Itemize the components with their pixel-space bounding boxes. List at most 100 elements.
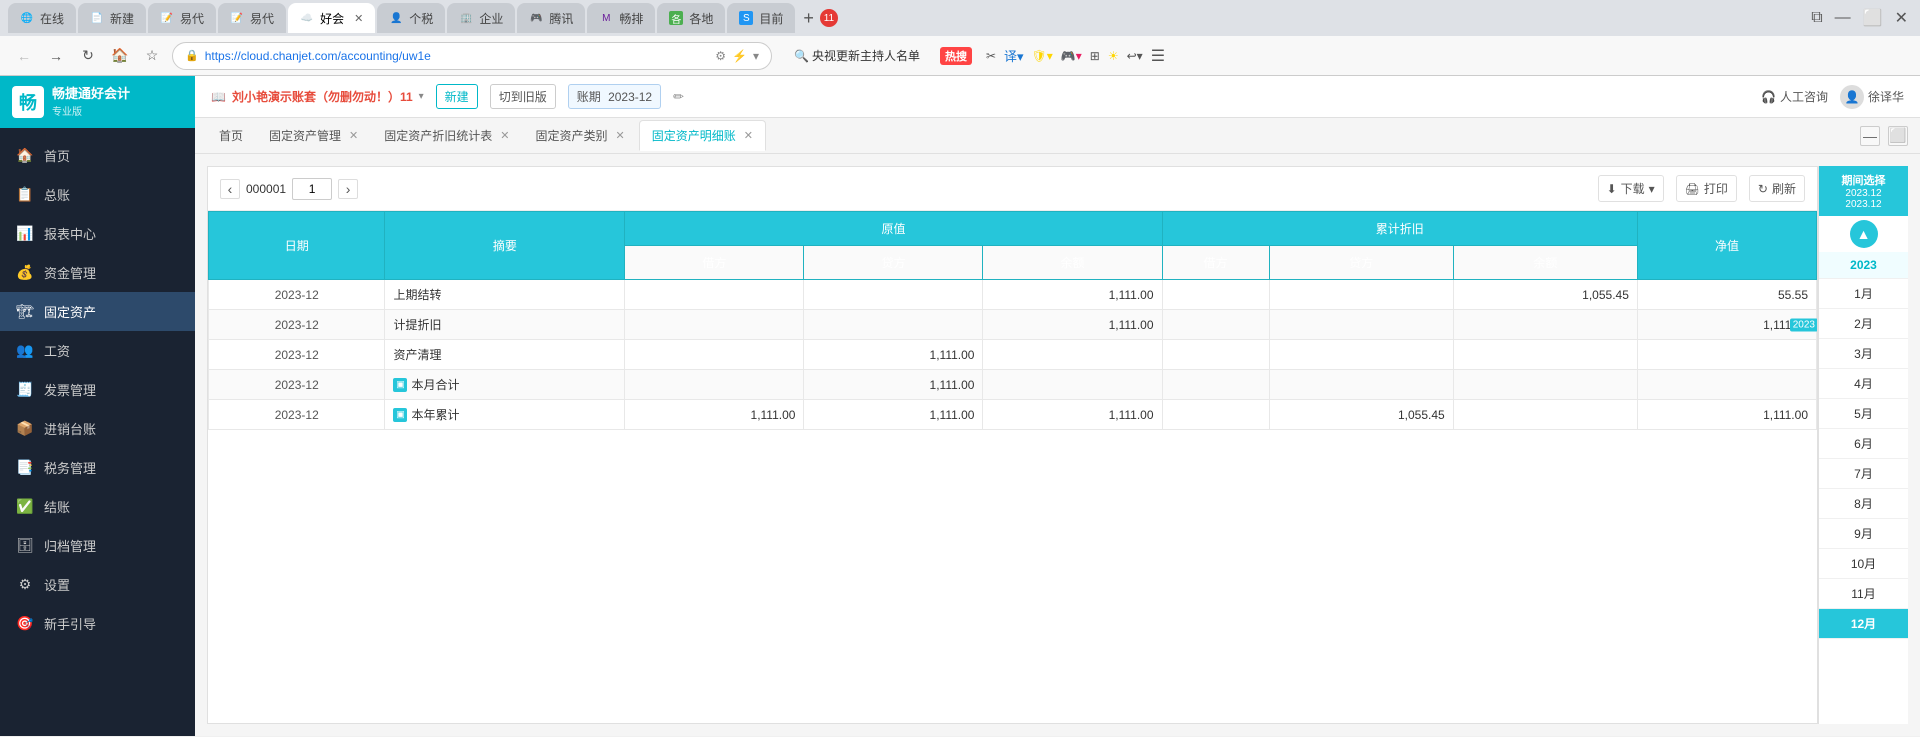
sidebar-label-archive: 归档管理 [44, 536, 96, 555]
bookmark-btn[interactable]: ☆ [140, 44, 164, 68]
back-btn[interactable]: ← [12, 44, 36, 68]
tab-depreciation-stats[interactable]: 固定资产折旧统计表 ✕ [372, 121, 521, 150]
shield-icon[interactable]: 🛡▾ [1032, 49, 1053, 63]
menu-icon[interactable]: ☰ [1151, 46, 1165, 66]
print-btn[interactable]: 🖨 打印 [1676, 175, 1737, 202]
period-item-year[interactable]: 2023 [1819, 252, 1908, 279]
address-bar[interactable]: 🔒 https://cloud.chanjet.com/accounting/u… [172, 42, 772, 70]
new-account-btn[interactable]: 新建 [436, 84, 478, 109]
user-info[interactable]: 👤 徐译华 [1840, 85, 1904, 109]
browser-tab-yidai1[interactable]: 📝 易代 [148, 3, 216, 33]
tab-asset-category[interactable]: 固定资产类别 ✕ [523, 121, 636, 150]
browser-tab-gedi[interactable]: 各 各地 [657, 3, 725, 33]
period-item-9[interactable]: 9月 [1819, 519, 1908, 549]
top-bar-right: 🎧 人工咨询 👤 徐译华 [1761, 85, 1904, 109]
period-item-12[interactable]: 12月 [1819, 609, 1908, 639]
maximize-btn[interactable]: ⬜ [1859, 4, 1887, 32]
sidebar-item-fund-management[interactable]: 💰 资金管理 [0, 253, 195, 292]
period-item-3[interactable]: 3月 [1819, 339, 1908, 369]
browser-tab-chang[interactable]: M 畅排 [587, 3, 655, 33]
forward-btn[interactable]: → [44, 44, 68, 68]
tab-close-mgmt[interactable]: ✕ [349, 129, 358, 142]
sidebar-item-fixed-assets[interactable]: 🏗 固定资产 [0, 292, 195, 331]
tab-favicon-chang: M [599, 11, 613, 25]
period-item-5[interactable]: 5月 [1819, 399, 1908, 429]
brightness-icon[interactable]: ☀ [1108, 49, 1119, 63]
page-input[interactable] [292, 178, 332, 200]
period-item-11[interactable]: 11月 [1819, 579, 1908, 609]
restore-btn[interactable]: ⧉ [1807, 5, 1826, 31]
sidebar-item-payroll[interactable]: 👥 工资 [0, 331, 195, 370]
refresh-btn[interactable]: ↻ [76, 44, 100, 68]
period-item-10[interactable]: 10月 [1819, 549, 1908, 579]
sidebar-item-reports[interactable]: 📊 报表中心 [0, 214, 195, 253]
refresh-btn-action[interactable]: ↻ 刷新 [1749, 175, 1805, 202]
table-row[interactable]: 2023-12 上期结转 1,111.00 1,055.45 55.55 [209, 280, 1817, 310]
minimize-btn[interactable]: — [1831, 5, 1855, 31]
browser-tab-new[interactable]: 📄 新建 [78, 3, 146, 33]
browser-tab-online[interactable]: 🌐 在线 [8, 3, 76, 33]
table-row[interactable]: 2023-12 计提折旧 1,111.00 1,111.00 [209, 310, 1817, 340]
next-page-btn[interactable]: › [338, 179, 358, 199]
sidebar-item-home[interactable]: 🏠 首页 [0, 136, 195, 175]
browser-tab-mubiao[interactable]: S 目前 [727, 3, 795, 33]
translate-icon[interactable]: 译▾ [1004, 46, 1024, 65]
tab-close-category[interactable]: ✕ [616, 129, 625, 142]
sidebar-item-settlement[interactable]: ✅ 结账 [0, 487, 195, 526]
close-btn[interactable]: ✕ [1891, 4, 1912, 32]
minimize-window-btn[interactable]: — [1860, 126, 1880, 146]
new-tab-btn[interactable]: + [801, 6, 816, 31]
row4-date: 2023-12 [209, 370, 385, 400]
tab-home[interactable]: 首页 [207, 121, 255, 150]
table-row[interactable]: 2023-12 ▣ 本月合计 1,111.00 [209, 370, 1817, 400]
sidebar-item-invoice[interactable]: 🧾 发票管理 [0, 370, 195, 409]
switch-version-btn[interactable]: 切到旧版 [490, 84, 556, 109]
sidebar-item-settings[interactable]: ⚙ 设置 [0, 565, 195, 604]
browser-tab-tax[interactable]: 👤 个税 [377, 3, 445, 33]
game-icon[interactable]: 🎮▾ [1061, 49, 1082, 63]
download-icon: ⬇ [1607, 182, 1617, 196]
period-item-2[interactable]: 2月 [1819, 309, 1908, 339]
period-item-4[interactable]: 4月 [1819, 369, 1908, 399]
browser-tab-tencent[interactable]: 🎮 腾讯 [517, 3, 585, 33]
table-row[interactable]: 2023-12 资产清理 1,111.00 [209, 340, 1817, 370]
tax-icon: 📑 [16, 459, 34, 477]
period-scroll-up-btn[interactable]: ▲ [1850, 220, 1878, 248]
tab-close-stats[interactable]: ✕ [500, 129, 509, 142]
sidebar-item-archive[interactable]: 🗄 归档管理 [0, 526, 195, 565]
period-item-8[interactable]: 8月 [1819, 489, 1908, 519]
sidebar-item-guide[interactable]: 🎯 新手引导 [0, 604, 195, 643]
row3-date: 2023-12 [209, 340, 385, 370]
sidebar-item-tax[interactable]: 📑 税务管理 [0, 448, 195, 487]
tab-asset-detail[interactable]: 固定资产明细账 ✕ [639, 120, 766, 151]
period-item-6[interactable]: 6月 [1819, 429, 1908, 459]
undo-icon[interactable]: ↩▾ [1127, 49, 1143, 63]
address-dropdown-icon[interactable]: ▾ [753, 49, 759, 63]
browser-tab-enterprise[interactable]: 🏢 企业 [447, 3, 515, 33]
app-title: 畅捷通好会计 [52, 86, 130, 103]
account-selector[interactable]: 📖 刘小艳演示账套（勿删勿动！）11 ▾ [211, 88, 424, 105]
edit-period-icon[interactable]: ✏ [673, 89, 684, 105]
tab-close-haohui[interactable]: ✕ [354, 12, 363, 25]
hot-search-btn[interactable]: 热搜 [934, 44, 978, 68]
search-btn[interactable]: 🔍 央视更新主持人名单 [788, 44, 926, 67]
ledger-icon: 📋 [16, 186, 34, 204]
cut-icon[interactable]: ✂ [986, 49, 996, 63]
service-btn[interactable]: 🎧 人工咨询 [1761, 88, 1828, 105]
period-item-7[interactable]: 7月 [1819, 459, 1908, 489]
sidebar-item-inventory[interactable]: 📦 进销台账 [0, 409, 195, 448]
period-item-1[interactable]: 1月 [1819, 279, 1908, 309]
sidebar-item-general-ledger[interactable]: 📋 总账 [0, 175, 195, 214]
tab-close-detail[interactable]: ✕ [744, 129, 753, 142]
col-net-value: 净值 [1637, 212, 1816, 280]
prev-page-btn[interactable]: ‹ [220, 179, 240, 199]
maximize-window-btn[interactable]: ⬜ [1888, 126, 1908, 146]
tab-fixed-assets-mgmt[interactable]: 固定资产管理 ✕ [257, 121, 370, 150]
browser-tab-haohui[interactable]: ☁️ 好会 ✕ [288, 3, 375, 33]
download-btn[interactable]: ⬇ 下载 ▾ [1598, 175, 1664, 202]
grid-icon[interactable]: ⊞ [1090, 49, 1100, 63]
table-row[interactable]: 2023-12 ▣ 本年累计 1,111.00 1,111.00 1,111.0 [209, 400, 1817, 430]
row4-net-value [1637, 370, 1816, 400]
home-btn[interactable]: 🏠 [108, 44, 132, 68]
browser-tab-yidai2[interactable]: 📝 易代 [218, 3, 286, 33]
